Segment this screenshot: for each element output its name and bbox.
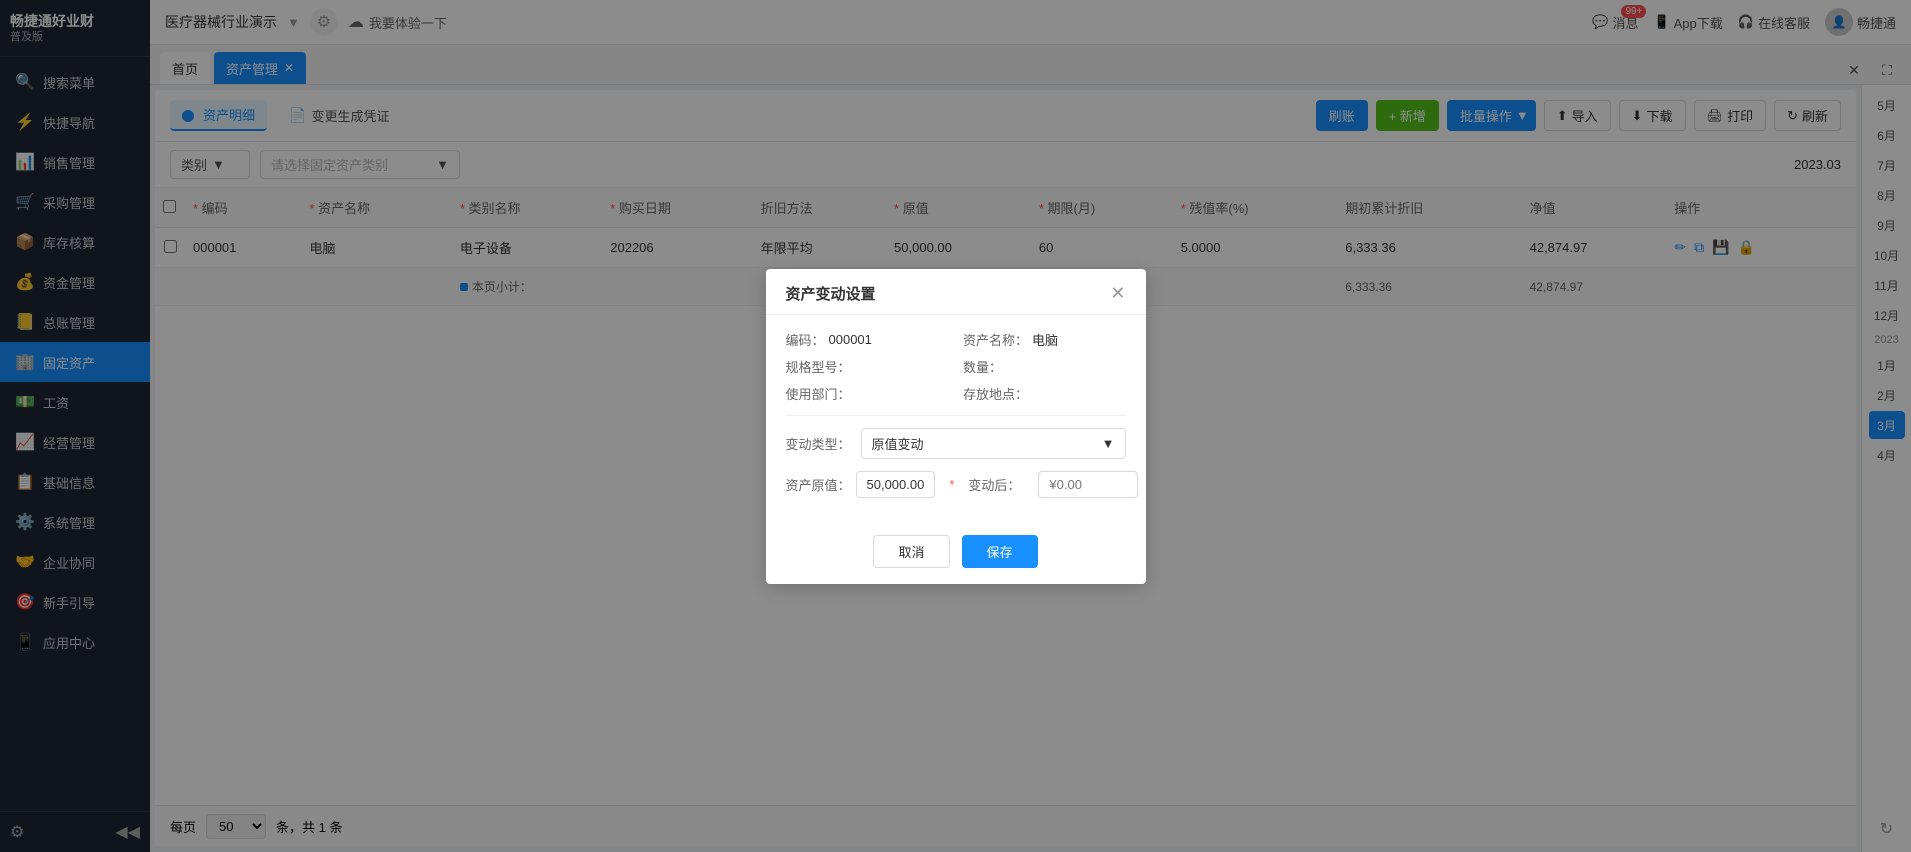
- modal-form: 变动类型： 原值变动 ▼ 资产原值： 50,000.00 * 变动后：: [786, 428, 1126, 498]
- change-type-row: 变动类型： 原值变动 ▼: [786, 428, 1126, 459]
- modal-code-label: 编码：: [786, 330, 825, 349]
- required-star: *: [949, 477, 954, 492]
- change-type-value: 原值变动: [872, 434, 924, 453]
- modal-info-grid: 编码： 000001 资产名称： 电脑 规格型号： 数量： 使用部门：: [786, 330, 1126, 416]
- modal-location-item: 存放地点：: [963, 384, 1126, 403]
- modal-title: 资产变动设置: [786, 283, 876, 304]
- asset-original-label: 资产原值：: [786, 475, 846, 494]
- asset-change-modal: 资产变动设置 ✕ 编码： 000001 资产名称： 电脑 规格型号： 数量：: [766, 269, 1146, 584]
- change-type-label: 变动类型：: [786, 434, 851, 453]
- modal-header: 资产变动设置 ✕: [766, 269, 1146, 315]
- modal-spec-item: 规格型号：: [786, 357, 949, 376]
- after-change-input[interactable]: [1038, 471, 1138, 498]
- after-change-label: 变动后：: [968, 475, 1028, 494]
- modal-close-icon[interactable]: ✕: [1110, 283, 1125, 304]
- modal-dept-item: 使用部门：: [786, 384, 949, 403]
- modal-body: 编码： 000001 资产名称： 电脑 规格型号： 数量： 使用部门：: [766, 315, 1146, 525]
- save-button[interactable]: 保存: [962, 535, 1038, 568]
- change-type-arrow: ▼: [1102, 436, 1115, 451]
- asset-original-value: 50,000.00: [856, 471, 936, 498]
- modal-spec-label: 规格型号：: [786, 357, 851, 376]
- modal-code-value: 000001: [829, 332, 872, 347]
- modal-dept-label: 使用部门：: [786, 384, 851, 403]
- modal-quantity-item: 数量：: [963, 357, 1126, 376]
- original-value-row: 资产原值： 50,000.00 * 变动后：: [786, 471, 1126, 498]
- modal-footer: 取消 保存: [766, 525, 1146, 584]
- modal-overlay: 资产变动设置 ✕ 编码： 000001 资产名称： 电脑 规格型号： 数量：: [0, 0, 1911, 852]
- change-type-select[interactable]: 原值变动 ▼: [861, 428, 1126, 459]
- modal-asset-name-item: 资产名称： 电脑: [963, 330, 1126, 349]
- modal-quantity-label: 数量：: [963, 357, 1002, 376]
- modal-code-item: 编码： 000001: [786, 330, 949, 349]
- modal-asset-name-label: 资产名称：: [963, 330, 1028, 349]
- modal-asset-name-value: 电脑: [1032, 330, 1058, 349]
- modal-location-label: 存放地点：: [963, 384, 1028, 403]
- cancel-button[interactable]: 取消: [873, 535, 949, 568]
